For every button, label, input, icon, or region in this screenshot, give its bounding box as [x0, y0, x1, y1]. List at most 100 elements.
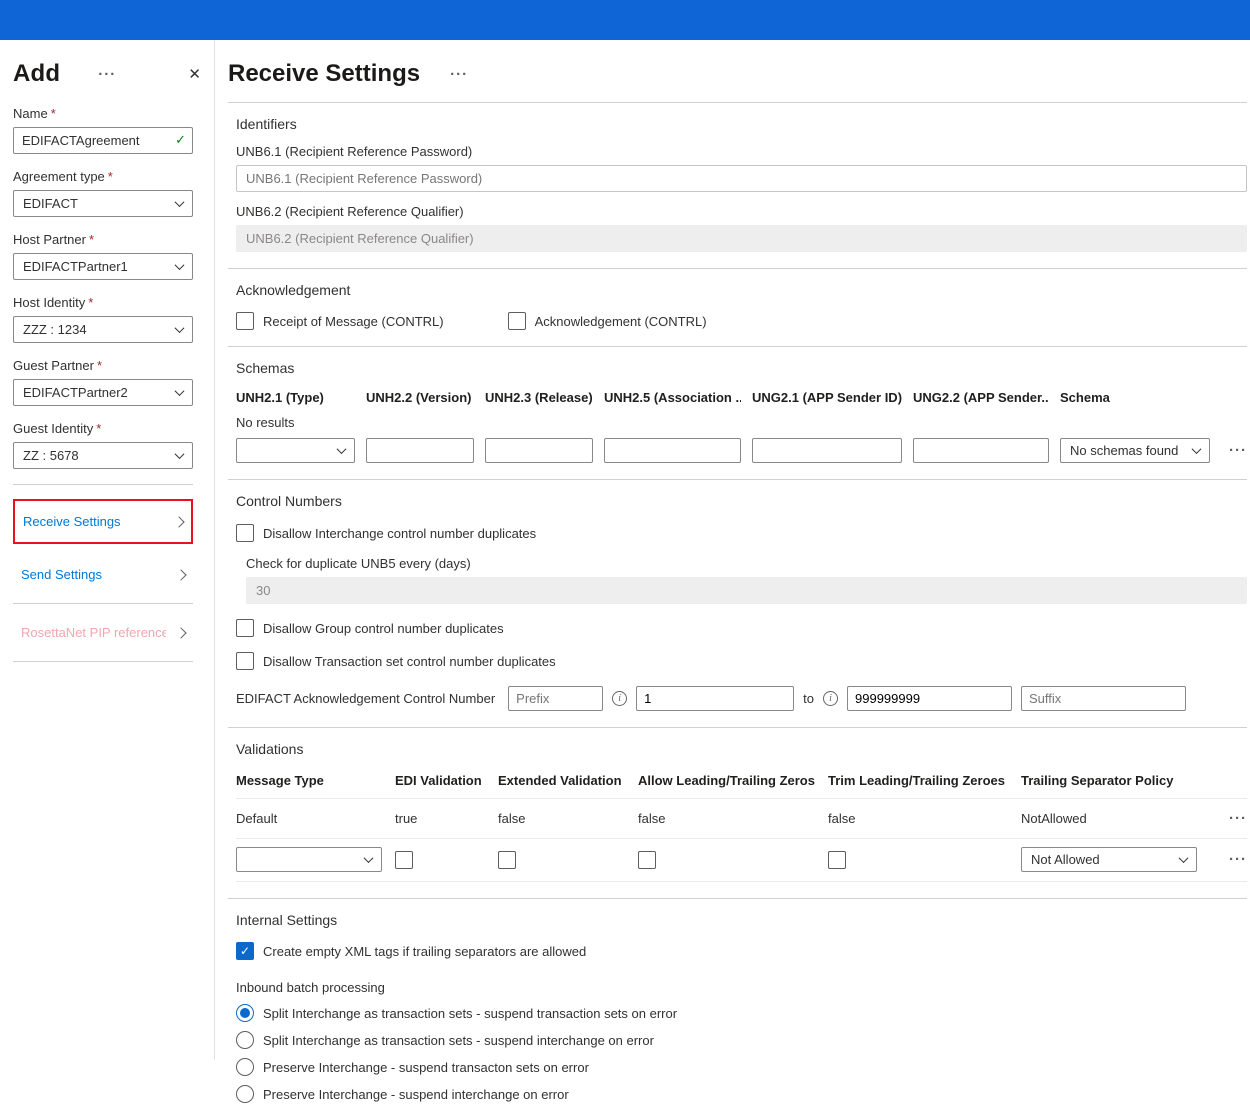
- range-end-input[interactable]: [847, 686, 1012, 711]
- agreement-type-value: EDIFACT: [23, 196, 78, 211]
- agreement-type-field-group: Agreement type * EDIFACT: [13, 169, 193, 217]
- col-unh23: UNH2.3 (Release): [485, 390, 593, 405]
- chevron-down-icon: [174, 197, 185, 208]
- schema-release-input[interactable]: [485, 438, 593, 463]
- name-label: Name: [13, 106, 48, 121]
- guest-partner-field-group: Guest Partner * EDIFACTPartner2: [13, 358, 193, 406]
- name-input[interactable]: [13, 127, 193, 154]
- inbound-option-1: Split Interchange as transaction sets - …: [236, 1004, 1247, 1022]
- disallow-interchange-checkbox[interactable]: [236, 524, 254, 542]
- host-identity-select[interactable]: ZZZ : 1234: [13, 316, 193, 343]
- message-type-select[interactable]: [236, 847, 382, 872]
- acknowledgement-section: Acknowledgement Receipt of Message (CONT…: [228, 268, 1247, 346]
- host-partner-label: Host Partner: [13, 232, 86, 247]
- trim-zeros-checkbox[interactable]: [828, 850, 846, 869]
- trailing-policy-select[interactable]: Not Allowed: [1021, 847, 1197, 872]
- receipt-of-message-checkbox[interactable]: [236, 312, 254, 330]
- host-partner-select[interactable]: EDIFACTPartner1: [13, 253, 193, 280]
- chevron-down-icon: [1191, 444, 1202, 455]
- disallow-interchange-label: Disallow Interchange control number dupl…: [263, 525, 537, 541]
- guest-identity-select[interactable]: ZZ : 5678: [13, 442, 193, 469]
- chevron-down-icon: [174, 323, 185, 334]
- disallow-transaction-checkbox[interactable]: [236, 652, 254, 670]
- validations-default-row: Default true false false false NotAllowe…: [236, 799, 1247, 839]
- split-suspend-transaction-radio[interactable]: [236, 1004, 254, 1022]
- info-icon[interactable]: i: [823, 691, 838, 706]
- schemas-section: Schemas UNH2.1 (Type) UNH2.2 (Version) U…: [228, 346, 1247, 479]
- guest-partner-value: EDIFACTPartner2: [23, 385, 128, 400]
- disallow-interchange-option: Disallow Interchange control number dupl…: [236, 524, 1247, 542]
- validations-heading: Validations: [236, 741, 304, 757]
- split-suspend-interchange-radio[interactable]: [236, 1031, 254, 1049]
- col-edi-validation: EDI Validation: [395, 773, 482, 788]
- guest-identity-value: ZZ : 5678: [23, 448, 79, 463]
- acknowledgement-checkbox[interactable]: [507, 312, 526, 330]
- schemas-input-row: No schemas found ···: [236, 438, 1247, 463]
- info-icon[interactable]: i: [612, 691, 628, 706]
- schemas-heading: Schemas: [236, 360, 295, 376]
- host-identity-label: Host Identity: [13, 295, 86, 310]
- row-more-icon[interactable]: ···: [1221, 442, 1247, 459]
- suffix-input[interactable]: [1021, 686, 1186, 711]
- inbound-option-2: Split Interchange as transaction sets - …: [236, 1031, 1247, 1049]
- trailing-policy-value: Not Allowed: [1031, 852, 1100, 867]
- schema-association-input[interactable]: [604, 438, 741, 463]
- schema-select[interactable]: No schemas found: [1060, 438, 1210, 463]
- col-message-type: Message Type: [236, 773, 324, 788]
- preserve-suspend-transaction-radio[interactable]: [236, 1058, 254, 1076]
- required-asterisk: *: [50, 106, 56, 121]
- unb62-input: [236, 225, 1247, 252]
- allow-zeros-checkbox[interactable]: [638, 850, 656, 869]
- schema-app-sender-id-input[interactable]: [752, 438, 902, 463]
- row-more-icon[interactable]: ···: [1221, 851, 1247, 868]
- host-identity-value: ZZZ : 1234: [23, 322, 87, 337]
- more-icon[interactable]: ···: [98, 66, 116, 83]
- schema-version-input[interactable]: [366, 438, 474, 463]
- default-trim-zeros: false: [828, 811, 856, 826]
- extended-validation-checkbox[interactable]: [498, 850, 516, 869]
- close-icon[interactable]: ✕: [188, 65, 201, 83]
- host-partner-field-group: Host Partner * EDIFACTPartner1: [13, 232, 193, 280]
- divider: [13, 603, 193, 604]
- guest-partner-select[interactable]: EDIFACTPartner2: [13, 379, 193, 406]
- edi-validation-checkbox[interactable]: [395, 850, 413, 869]
- chevron-down-icon: [174, 386, 185, 397]
- sidebar-item-send-settings[interactable]: Send Settings: [13, 552, 193, 597]
- default-message-type: Default: [236, 811, 278, 826]
- default-edi-validation: true: [395, 811, 418, 826]
- preserve-suspend-interchange-radio[interactable]: [236, 1085, 254, 1103]
- inbound-batch-label: Inbound batch processing: [236, 980, 385, 995]
- col-allow-zeros: Allow Leading/Trailing Zeros: [638, 773, 815, 788]
- ack-control-number-label: EDIFACT Acknowledgement Control Number: [236, 691, 496, 706]
- add-panel-header: Add ··· ✕: [13, 60, 201, 88]
- col-unh21: UNH2.1 (Type): [236, 390, 324, 405]
- schemas-header-row: UNH2.1 (Type) UNH2.2 (Version) UNH2.3 (R…: [236, 390, 1247, 405]
- more-icon[interactable]: ···: [450, 66, 468, 83]
- internal-settings-heading: Internal Settings: [236, 912, 338, 928]
- guest-identity-field-group: Guest Identity * ZZ : 5678: [13, 421, 193, 469]
- check-duplicate-label: Check for duplicate UNB5 every (days): [246, 556, 471, 571]
- sidebar-item-receive-settings[interactable]: Receive Settings: [13, 499, 193, 544]
- inbound-option-3-label: Preserve Interchange - suspend transacto…: [263, 1059, 589, 1075]
- range-start-input[interactable]: [636, 686, 795, 711]
- rosettanet-link: RosettaNet PIP reference: [21, 625, 166, 640]
- agreement-type-select[interactable]: EDIFACT: [13, 190, 193, 217]
- identifiers-heading: Identifiers: [236, 116, 297, 132]
- row-more-icon[interactable]: ···: [1221, 810, 1247, 827]
- chevron-down-icon: [1178, 853, 1189, 864]
- schema-app-sender-code-input[interactable]: [913, 438, 1049, 463]
- schema-type-select[interactable]: [236, 438, 355, 463]
- unb61-input[interactable]: [236, 165, 1247, 192]
- valid-check-icon: ✓: [175, 132, 186, 147]
- prefix-input[interactable]: [508, 686, 604, 711]
- create-empty-xml-checkbox[interactable]: [236, 942, 254, 960]
- validations-section: Validations Message Type EDI Validation …: [228, 727, 1247, 898]
- required-asterisk: *: [96, 358, 102, 373]
- guest-identity-label: Guest Identity: [13, 421, 94, 436]
- host-partner-value: EDIFACTPartner1: [23, 259, 128, 274]
- chevron-down-icon: [363, 853, 374, 864]
- guest-partner-label: Guest Partner: [13, 358, 94, 373]
- control-numbers-section: Control Numbers Disallow Interchange con…: [228, 479, 1247, 727]
- sidebar-item-rosettanet-pip[interactable]: RosettaNet PIP reference: [13, 610, 193, 655]
- disallow-group-checkbox[interactable]: [236, 619, 254, 637]
